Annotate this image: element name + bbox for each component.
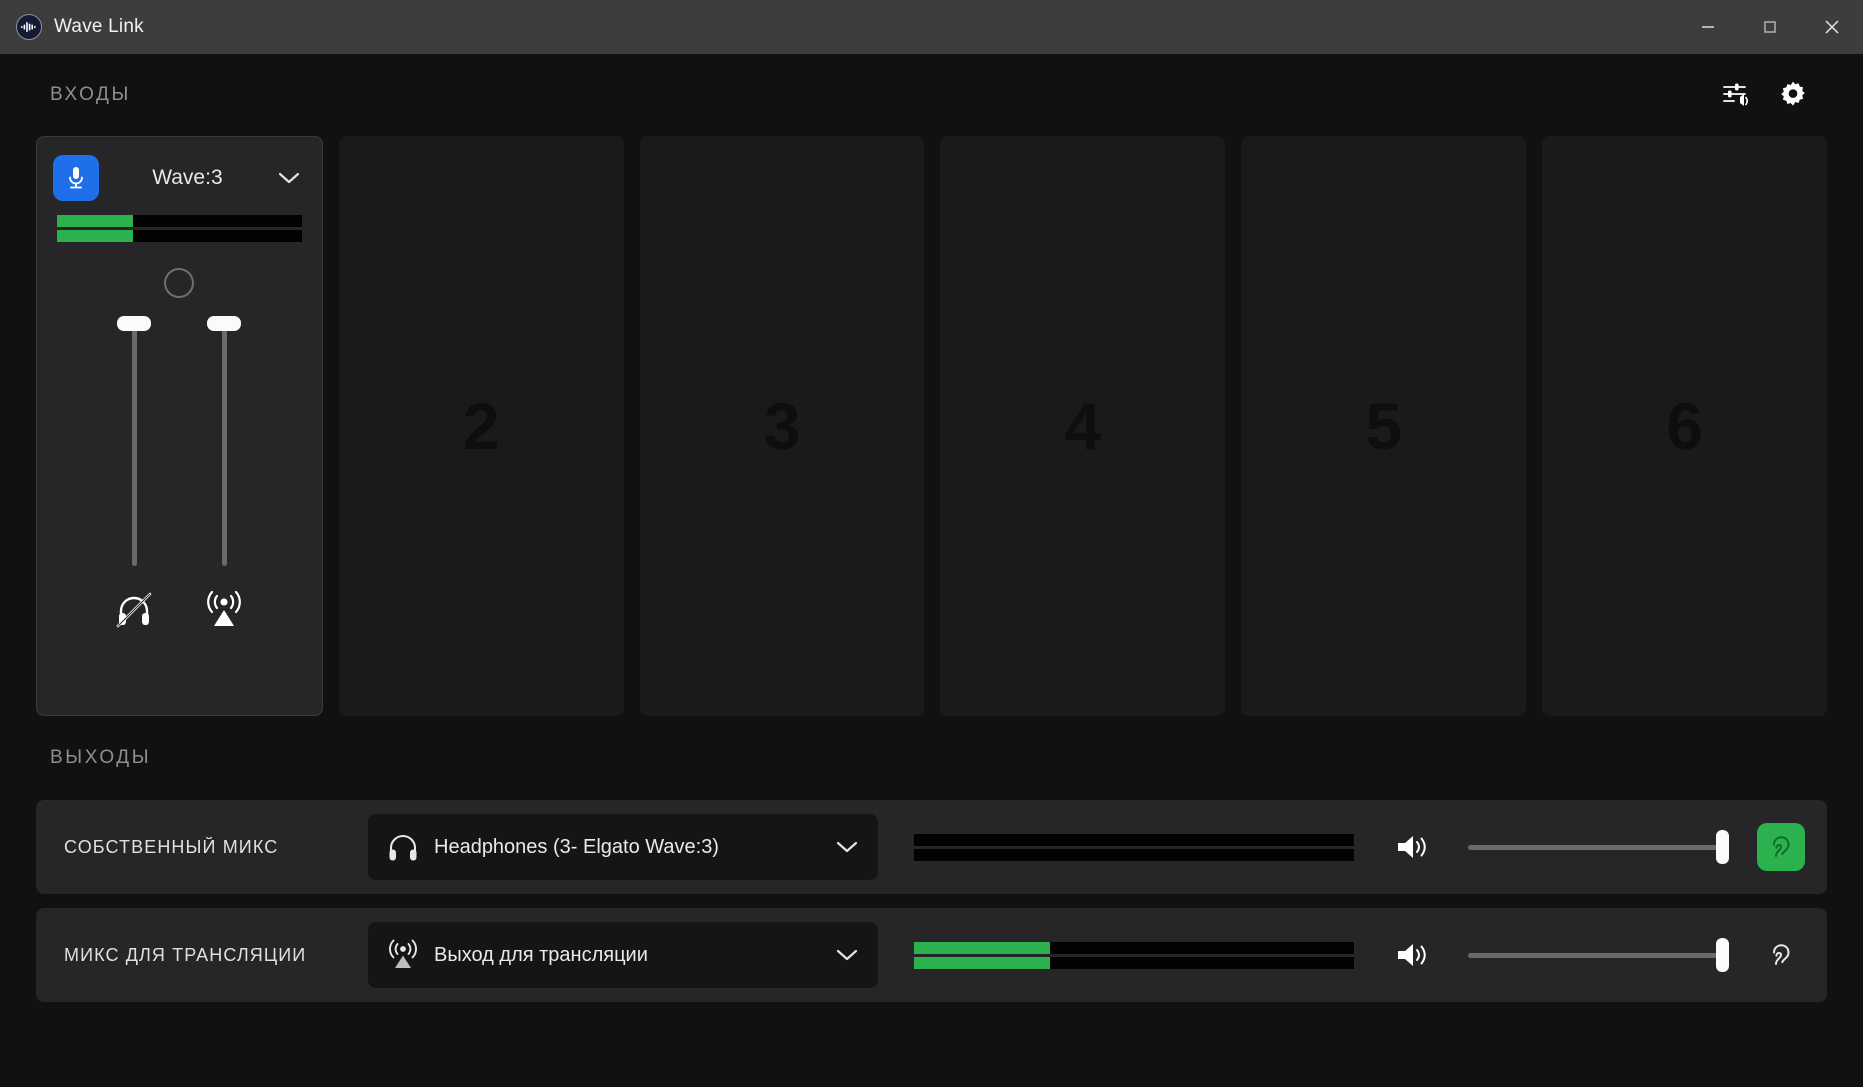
level-meter-right-fill [57,230,133,242]
headphones-muted-icon[interactable] [112,588,156,630]
slot-number: 5 [1365,389,1403,463]
minimize-icon[interactable] [1677,0,1739,54]
channel-level-meters [37,201,322,242]
level-meter-left [914,941,1354,954]
monitor-toggle-stream[interactable] [1757,931,1805,979]
level-meter-right-fill [914,956,1051,969]
output-volume-slider-stream[interactable] [1468,938,1729,972]
output-level-meters [914,941,1354,969]
chevron-down-icon[interactable] [834,947,860,963]
monitor-fader[interactable] [117,316,152,566]
volume-handle [1715,938,1729,972]
channel-name: Wave:3 [152,166,223,189]
broadcast-icon[interactable] [202,588,246,630]
stream-fader[interactable] [207,316,242,566]
slot-number: 4 [1064,389,1102,463]
window-controls [1677,0,1863,54]
input-channel-empty-6[interactable]: 6 [1542,136,1827,716]
speaker-volume-icon[interactable] [1394,939,1430,971]
broadcast-icon [386,938,420,972]
output-volume-slider-local[interactable] [1468,830,1729,864]
volume-track [1468,844,1729,850]
monitor-fader-handle[interactable] [117,316,152,331]
output-label: СОБСТВЕННЫЙ МИКС [64,836,279,857]
ear-icon [1773,836,1790,857]
output-rows: СОБСТВЕННЫЙ МИКС Headphones (3- Elgato W… [36,800,1827,1002]
microphone-icon[interactable] [53,155,99,201]
channel-faders [37,316,322,566]
headphones-icon [386,831,420,863]
output-level-meters [914,833,1354,861]
inputs-section-header: ВХОДЫ [36,54,1827,136]
app-body: ВХОДЫ Wave:3 2 3 4 5 6 ВЫХОДЫ СОБСТВЕННЫ… [0,54,1863,1087]
level-meter-right [914,848,1354,861]
level-meter-left [57,215,302,227]
pan-ring-icon[interactable] [164,268,195,298]
level-meter-left-fill [57,215,133,227]
title-bar: Wave Link [0,0,1863,54]
title-bar-left: Wave Link [0,14,144,40]
volume-handle [1715,830,1729,864]
channel-header: Wave:3 [37,137,322,201]
output-device-select-stream[interactable]: Выход для трансляции [368,922,878,988]
chevron-down-icon[interactable] [834,839,860,855]
output-label: МИКС ДЛЯ ТРАНСЛЯЦИИ [64,944,307,965]
input-channels: Wave:3 2 3 4 5 6 [36,136,1827,716]
channel-footer-buttons [37,588,322,630]
input-channel-wave3[interactable]: Wave:3 [36,136,323,716]
stream-fader-handle[interactable] [207,316,242,331]
input-channel-empty-2[interactable]: 2 [338,136,624,716]
monitor-toggle-local[interactable] [1757,823,1805,871]
mixer-sliders-icon[interactable] [1721,81,1751,109]
level-meter-left-fill [914,941,1051,954]
chevron-down-icon[interactable] [276,170,306,186]
volume-track [1468,952,1729,958]
output-device-name: Выход для трансляции [434,943,648,966]
speaker-volume-icon[interactable] [1394,831,1430,863]
level-meter-left [914,833,1354,846]
outputs-section-header: ВЫХОДЫ [36,716,1827,800]
input-channel-empty-4[interactable]: 4 [940,136,1226,716]
header-icon-group [1721,79,1827,111]
pan-control-wrap [37,268,322,298]
close-icon[interactable] [1801,0,1863,54]
maximize-icon[interactable] [1739,0,1801,54]
outputs-section-title: ВЫХОДЫ [50,747,152,768]
slot-number: 2 [462,389,500,463]
level-meter-right [57,230,302,242]
waveform-logo-icon [16,14,42,40]
output-device-name: Headphones (3- Elgato Wave:3) [434,835,719,858]
gear-icon[interactable] [1777,79,1809,111]
output-row-local-mix: СОБСТВЕННЫЙ МИКС Headphones (3- Elgato W… [36,800,1827,894]
ear-icon [1773,944,1790,965]
monitor-fader-track [131,316,137,566]
output-row-stream-mix: МИКС ДЛЯ ТРАНСЛЯЦИИ Выход для трансляции [36,908,1827,1002]
input-channel-empty-3[interactable]: 3 [639,136,925,716]
input-channel-empty-5[interactable]: 5 [1241,136,1527,716]
app-title: Wave Link [54,16,144,37]
slot-number: 6 [1666,389,1703,463]
stream-fader-track [221,316,227,566]
inputs-section-title: ВХОДЫ [50,84,131,105]
slot-number: 3 [763,389,801,463]
output-device-select-local[interactable]: Headphones (3- Elgato Wave:3) [368,814,878,880]
level-meter-right [914,956,1354,969]
